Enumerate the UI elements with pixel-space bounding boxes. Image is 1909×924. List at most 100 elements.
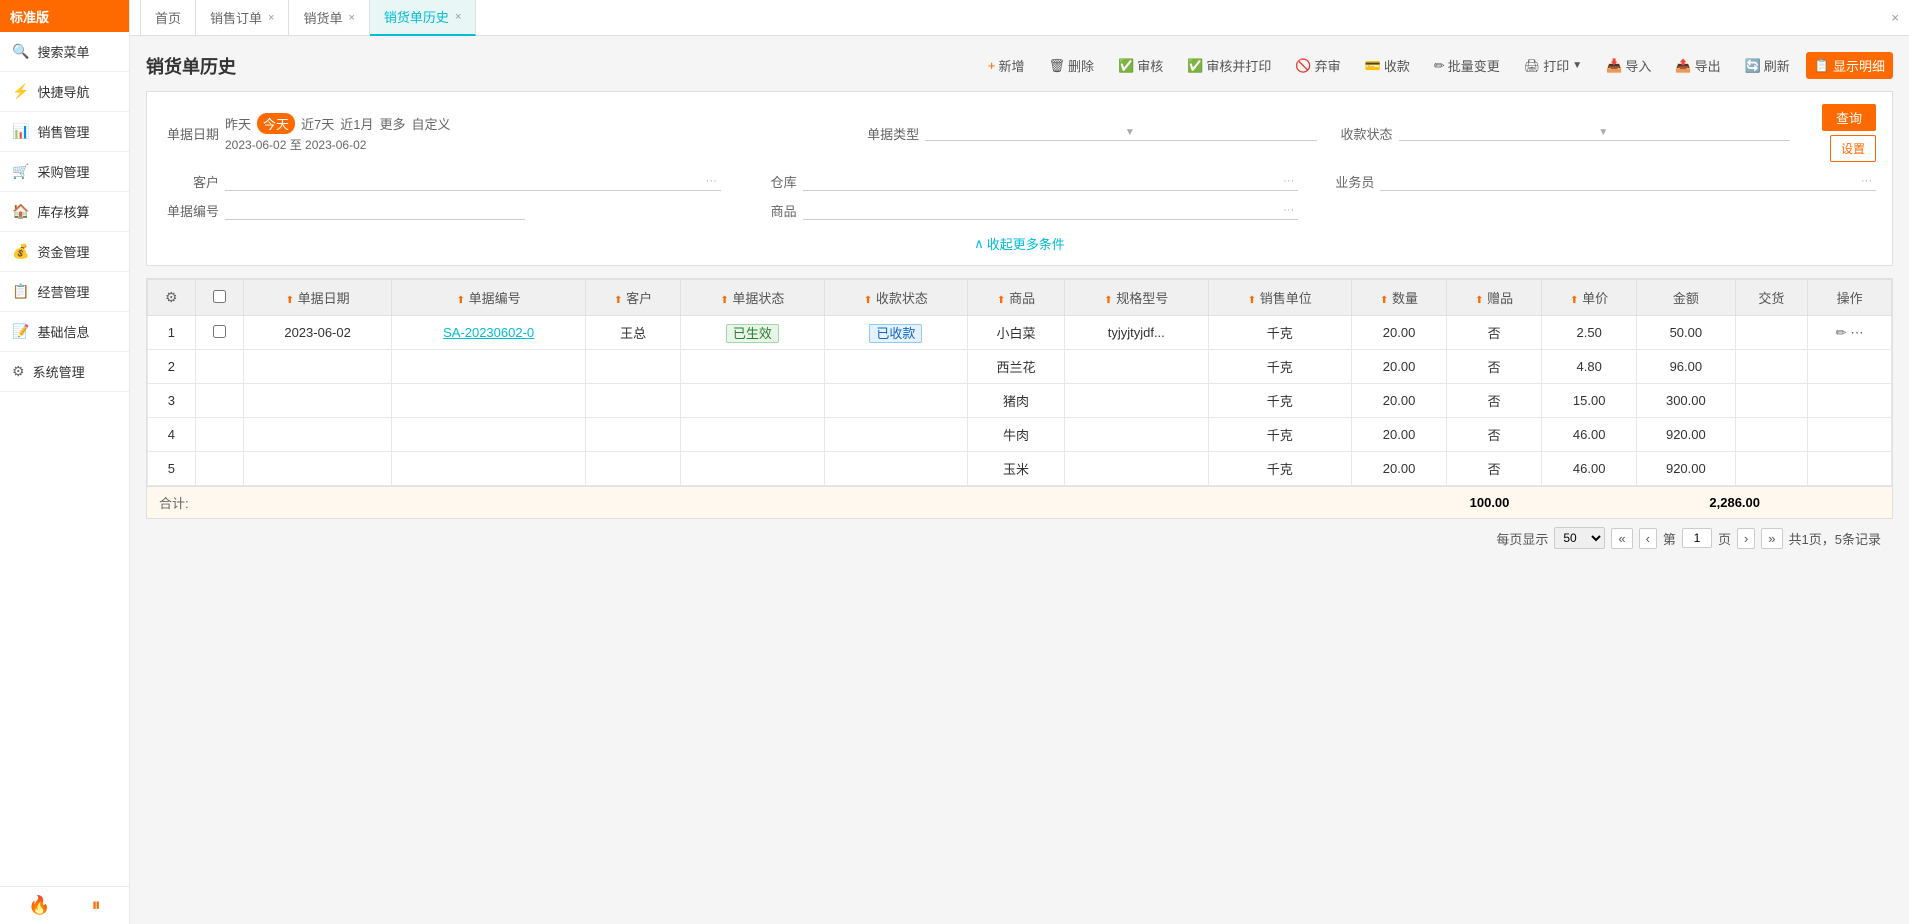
col-goods: ⬆ 商品	[968, 280, 1065, 316]
shortcut-custom[interactable]: 自定义	[412, 114, 451, 133]
salesperson-dots-btn[interactable]: ···	[1857, 175, 1876, 187]
tab-sales-history-close[interactable]: ×	[455, 11, 461, 23]
row-collect-status	[824, 384, 968, 418]
row-amount: 920.00	[1637, 418, 1735, 452]
row-checkbox[interactable]	[195, 316, 243, 350]
shortcut-more[interactable]: 更多	[380, 114, 406, 133]
tab-sales-goods[interactable]: 销货单 ×	[289, 0, 369, 36]
warehouse-input[interactable]	[803, 172, 1280, 190]
refresh-button[interactable]: 🔄 刷新	[1737, 52, 1798, 79]
row-gift: 否	[1447, 452, 1542, 486]
tab-sales-goods-close[interactable]: ×	[348, 12, 354, 24]
shortcut-last1month[interactable]: 近1月	[340, 114, 373, 133]
row-action	[1808, 384, 1892, 418]
table-footer: 合计: 100.00 2,286.00	[146, 487, 1893, 519]
docno-input[interactable]	[225, 201, 525, 220]
row-sales-unit: 千克	[1208, 384, 1352, 418]
audit-button[interactable]: ✅ 审核	[1110, 52, 1171, 79]
abandon-button[interactable]: 🚫 弃审	[1287, 52, 1348, 79]
collect-icon: 💳	[1365, 58, 1381, 74]
col-settings[interactable]: ⚙	[148, 280, 196, 316]
row-sales-unit: 千克	[1208, 350, 1352, 384]
tab-bar: 首页 销售订单 × 销货单 × 销货单历史 × ×	[130, 0, 1909, 36]
doc-type-select[interactable]: ▼	[925, 125, 1316, 141]
tab-bar-close[interactable]: ×	[1891, 10, 1899, 25]
export-icon: 📤	[1675, 58, 1691, 74]
print-button[interactable]: 🖨 打印 ▼	[1516, 52, 1590, 79]
filter-actions: 查询 设置	[1822, 104, 1876, 162]
collect-button[interactable]: 💳 收款	[1357, 52, 1418, 79]
sidebar-pause-btn[interactable]: ⏸	[92, 895, 101, 916]
col-date: ⬆ 单据日期	[244, 280, 392, 316]
sidebar-item-inventory[interactable]: 🏠 库存核算	[0, 192, 129, 232]
col-checkbox[interactable]	[195, 280, 243, 316]
per-page-select[interactable]: 50 10 20 100	[1554, 527, 1605, 549]
sidebar-item-sales-mgmt[interactable]: 📊 销售管理	[0, 112, 129, 152]
next-page-btn[interactable]: ›	[1737, 528, 1755, 549]
row-date: 2023-06-02	[244, 316, 392, 350]
lightning-icon: ⚡	[12, 83, 29, 100]
select-all-checkbox[interactable]	[213, 290, 226, 303]
table-row: 3 猪肉 千克 20.00 否 15.00 300.00	[148, 384, 1892, 418]
filter-customer-field: 客户 ···	[163, 172, 721, 191]
row-checkbox[interactable]	[195, 452, 243, 486]
row-customer	[586, 418, 681, 452]
row-checkbox[interactable]	[195, 350, 243, 384]
edit-icon[interactable]: ✏	[1836, 325, 1847, 340]
sidebar-item-purchase-mgmt[interactable]: 🛒 采购管理	[0, 152, 129, 192]
sidebar-item-basic-info[interactable]: 📝 基础信息	[0, 312, 129, 352]
audit-print-button[interactable]: ✅ 审核并打印	[1179, 52, 1279, 79]
shortcut-last7days[interactable]: 近7天	[301, 114, 334, 133]
row-spec	[1065, 350, 1209, 384]
sidebar-item-ops-mgmt[interactable]: 📋 经营管理	[0, 272, 129, 312]
sidebar-fire-btn[interactable]: 🔥	[28, 895, 50, 916]
settings-button[interactable]: 设置	[1830, 135, 1876, 162]
prev-page-btn[interactable]: ‹	[1639, 528, 1657, 549]
row-spec: tyjyjtyjdf...	[1065, 316, 1209, 350]
first-page-btn[interactable]: «	[1611, 528, 1632, 549]
tab-sales-order[interactable]: 销售订单 ×	[196, 0, 289, 36]
row-doc-status	[681, 418, 825, 452]
tab-sales-order-close[interactable]: ×	[268, 12, 274, 24]
query-button[interactable]: 查询	[1822, 104, 1876, 131]
warehouse-dots-btn[interactable]: ···	[1279, 175, 1298, 187]
shortcut-today[interactable]: 今天	[257, 113, 295, 134]
sidebar-item-search-menu[interactable]: 🔍 搜索菜单	[0, 32, 129, 72]
filter-doc-type-field: 单据类型 ▼	[863, 124, 1316, 143]
collect-status-select[interactable]: ▼	[1399, 125, 1790, 141]
app-logo: 标准版	[0, 0, 129, 32]
import-button[interactable]: 📥 导入	[1598, 52, 1659, 79]
goods-input[interactable]	[803, 201, 1280, 219]
tab-sales-history[interactable]: 销货单历史 ×	[370, 0, 476, 36]
new-button[interactable]: + 新增	[980, 52, 1033, 79]
last-page-btn[interactable]: »	[1761, 528, 1782, 549]
more-icon[interactable]: ⋯	[1851, 325, 1864, 340]
salesperson-input[interactable]	[1380, 172, 1857, 190]
row-goods: 猪肉	[968, 384, 1065, 418]
page-title: 销货单历史	[146, 53, 236, 79]
page-input[interactable]	[1682, 528, 1712, 548]
shortcut-yesterday[interactable]: 昨天	[225, 114, 251, 133]
row-collect-status	[824, 418, 968, 452]
sidebar-item-finance[interactable]: 💰 资金管理	[0, 232, 129, 272]
collapse-button[interactable]: ∧ 收起更多条件	[974, 234, 1065, 253]
batch-change-button[interactable]: ✏ 批量变更	[1426, 52, 1508, 79]
tab-home[interactable]: 首页	[140, 0, 196, 36]
row-checkbox[interactable]	[195, 418, 243, 452]
row-check[interactable]	[213, 325, 226, 338]
customer-input[interactable]	[225, 172, 702, 190]
export-button[interactable]: 📤 导出	[1667, 52, 1728, 79]
goods-dots-btn[interactable]: ···	[1279, 204, 1298, 216]
pagination: 每页显示 50 10 20 100 « ‹ 第 页 › » 共1页，5条记录	[146, 519, 1893, 557]
row-goods: 玉米	[968, 452, 1065, 486]
filter-warehouse-field: 仓库 ···	[741, 172, 1299, 191]
row-checkbox[interactable]	[195, 384, 243, 418]
show-detail-button[interactable]: 📋 显示明细	[1806, 52, 1893, 79]
delete-button[interactable]: 🗑 删除	[1040, 52, 1102, 79]
row-spec	[1065, 418, 1209, 452]
settings-gear-icon[interactable]: ⚙	[165, 289, 178, 305]
sidebar-item-quick-nav[interactable]: ⚡ 快捷导航	[0, 72, 129, 112]
filter-salesperson-field: 业务员 ···	[1318, 172, 1876, 191]
customer-dots-btn[interactable]: ···	[702, 175, 721, 187]
sidebar-item-sys-mgmt[interactable]: ⚙ 系统管理	[0, 352, 129, 392]
